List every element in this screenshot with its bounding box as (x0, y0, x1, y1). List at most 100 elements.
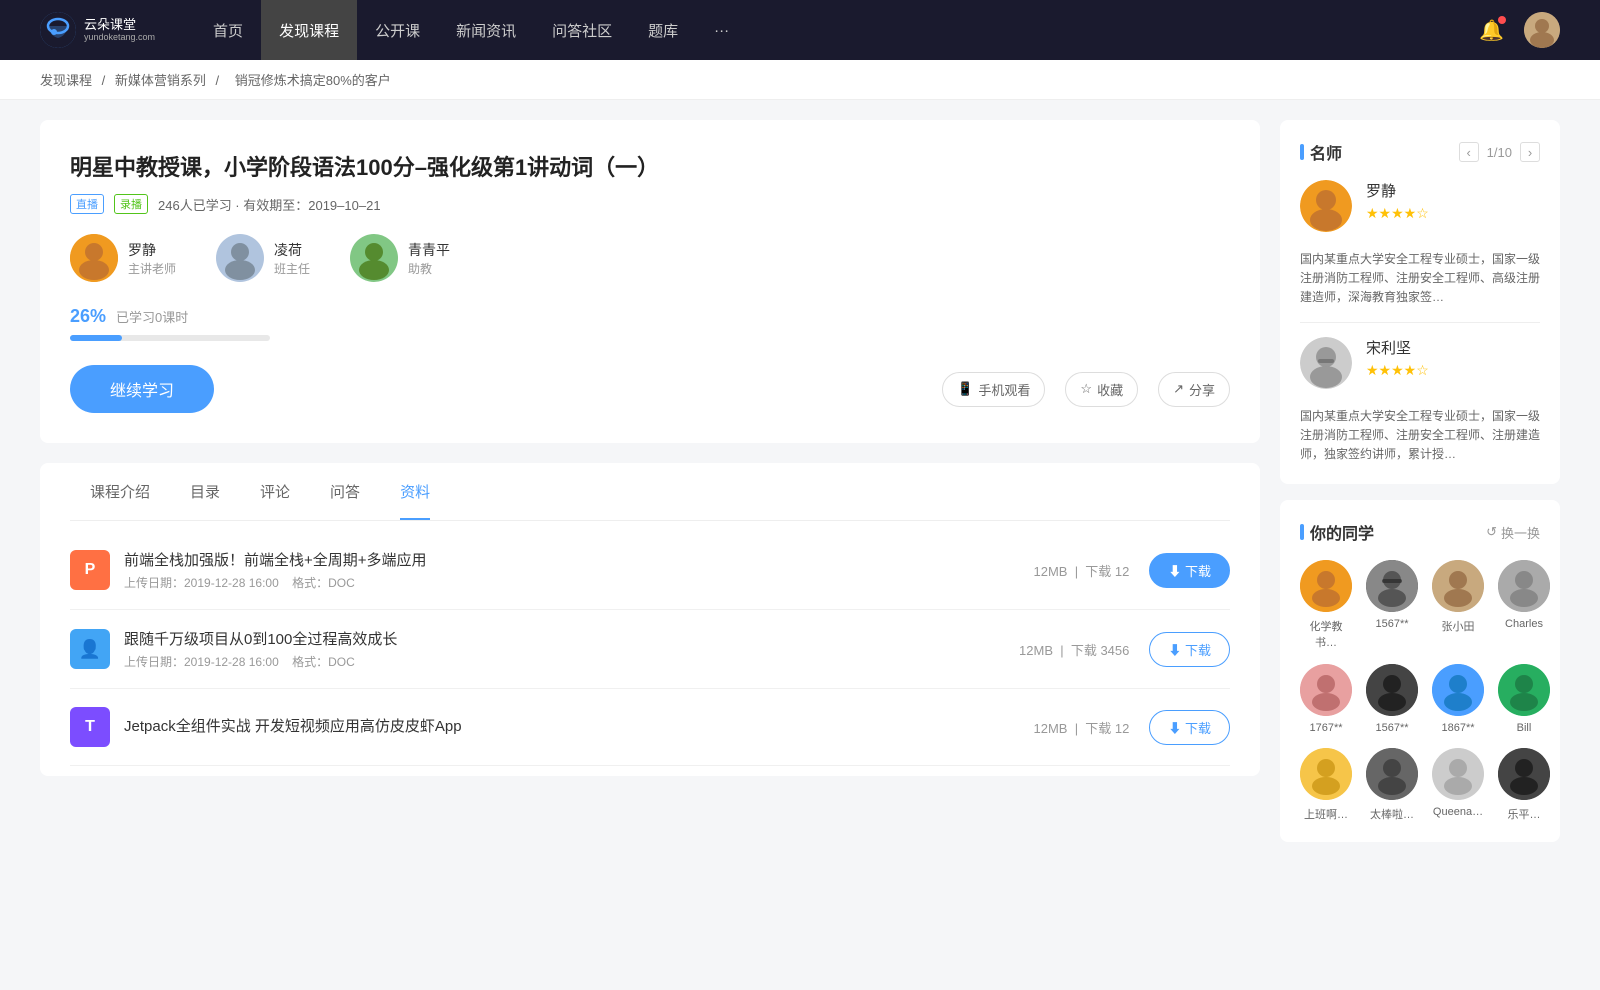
panel-teacher-1-stars: ★★★★☆ (1366, 205, 1429, 222)
resource-2-stats: 12MB | 下载 3456 (1019, 640, 1129, 659)
continue-button[interactable]: 继续学习 (70, 365, 214, 413)
breadcrumb-link-1[interactable]: 发现课程 (40, 73, 92, 88)
breadcrumb-sep-2: / (216, 73, 223, 88)
classmate-6: 1567** (1366, 664, 1418, 734)
resource-2-meta: 上传日期：2019-12-28 16:00 格式：DOC (124, 653, 1019, 670)
refresh-label: 换一换 (1501, 523, 1540, 542)
classmate-7: 1867** (1432, 664, 1484, 734)
resource-1-format: 格式：DOC (292, 576, 355, 590)
classmate-10-avatar (1366, 748, 1418, 800)
panel-teacher-1-desc: 国内某重点大学安全工程专业硕士，国家一级注册消防工程师、注册安全工程师、高级注册… (1300, 250, 1540, 308)
panel-teacher-2-info: 宋利坚 ★★★★☆ (1366, 337, 1429, 389)
resource-2-name: 跟随千万级项目从0到100全过程高效成长 (124, 628, 1019, 649)
panel-teacher-1-info: 罗静 ★★★★☆ (1366, 180, 1429, 232)
resource-1-date: 上传日期：2019-12-28 16:00 (124, 576, 279, 590)
divider-1 (1300, 322, 1540, 323)
resource-2-icon: 👤 (70, 629, 110, 669)
resource-3-size: 12MB (1034, 721, 1068, 736)
resource-2-info: 跟随千万级项目从0到100全过程高效成长 上传日期：2019-12-28 16:… (124, 628, 1019, 670)
notification-bell[interactable]: 🔔 (1479, 18, 1504, 43)
teacher-3-avatar (350, 234, 398, 282)
teacher-2-info: 凌荷 班主任 (274, 240, 310, 277)
course-stats: 246人已学习 · 有效期至：2019–10–21 (158, 195, 381, 214)
progress-section: 26% 已学习0课时 (70, 306, 1230, 341)
course-meta: 直播 录播 246人已学习 · 有效期至：2019–10–21 (70, 194, 1230, 214)
star-icon: ☆ (1080, 381, 1092, 397)
teacher-3-info: 青青平 助教 (408, 240, 450, 277)
teachers-list: 罗静 主讲老师 凌荷 班主任 (70, 234, 1230, 282)
content-right: 名师 ‹ 1/10 › 罗静 ★★★★☆ 国内某重点 (1280, 120, 1560, 858)
classmate-8: Bill (1498, 664, 1550, 734)
notification-dot (1498, 16, 1506, 24)
mobile-watch-btn[interactable]: 📱 手机观看 (942, 372, 1045, 407)
teacher-1-name: 罗静 (128, 240, 176, 260)
resource-1-downloads: 下载 12 (1085, 564, 1129, 579)
classmate-10-name: 太棒啦… (1370, 806, 1414, 822)
tab-comments[interactable]: 评论 (240, 463, 310, 520)
nav-open[interactable]: 公开课 (357, 0, 438, 60)
nav-discover[interactable]: 发现课程 (261, 0, 357, 60)
mobile-label: 手机观看 (978, 380, 1030, 399)
nav-news[interactable]: 新闻资讯 (438, 0, 534, 60)
nav-quiz[interactable]: 题库 (630, 0, 696, 60)
resource-3-downloads: 下载 12 (1085, 721, 1129, 736)
classmate-3: 张小田 (1432, 560, 1484, 650)
classmate-7-avatar (1432, 664, 1484, 716)
classmate-6-name: 1567** (1375, 722, 1408, 734)
tab-qa[interactable]: 问答 (310, 463, 380, 520)
nav-more[interactable]: ··· (696, 0, 747, 60)
tag-live: 直播 (70, 194, 104, 214)
course-card: 明星中教授课，小学阶段语法100分–强化级第1讲动词（一） 直播 录播 246人… (40, 120, 1260, 443)
progress-txt: 已学习0课时 (116, 307, 188, 326)
teachers-prev-btn[interactable]: ‹ (1459, 142, 1479, 162)
collect-btn[interactable]: ☆ 收藏 (1065, 372, 1138, 407)
classmate-9-avatar (1300, 748, 1352, 800)
classmates-refresh-btn[interactable]: ↺ 换一换 (1486, 523, 1540, 542)
breadcrumb-link-2[interactable]: 新媒体营销系列 (115, 73, 206, 88)
resource-3-icon: T (70, 707, 110, 747)
course-title: 明星中教授课，小学阶段语法100分–强化级第1讲动词（一） (70, 150, 1230, 182)
download-btn-3[interactable]: ⬇ 下载 (1149, 710, 1230, 745)
panel-teacher-2-stars: ★★★★☆ (1366, 362, 1429, 379)
tab-resources[interactable]: 资料 (380, 463, 450, 520)
resource-3-name: Jetpack全组件实战 开发短视频应用高仿皮皮虾App (124, 715, 1034, 736)
collect-label: 收藏 (1097, 380, 1123, 399)
classmate-1: 化学教书… (1300, 560, 1352, 650)
resource-3-stats: 12MB | 下载 12 (1034, 718, 1130, 737)
classmate-8-name: Bill (1517, 722, 1532, 734)
tag-recorded: 录播 (114, 194, 148, 214)
classmate-11-avatar (1432, 748, 1484, 800)
classmate-10: 太棒啦… (1366, 748, 1418, 822)
download-btn-1[interactable]: ⬇ 下载 (1149, 553, 1230, 588)
teachers-next-btn[interactable]: › (1520, 142, 1540, 162)
classmate-1-name: 化学教书… (1300, 618, 1352, 650)
teacher-1-info: 罗静 主讲老师 (128, 240, 176, 277)
classmate-9-name: 上班啊… (1304, 806, 1348, 822)
classmate-11: Queena… (1432, 748, 1484, 822)
resource-item-3: T Jetpack全组件实战 开发短视频应用高仿皮皮虾App 12MB | 下载… (70, 689, 1230, 766)
share-btn[interactable]: ↗ 分享 (1158, 372, 1230, 407)
teacher-2-avatar (216, 234, 264, 282)
classmate-7-name: 1867** (1441, 722, 1474, 734)
classmate-4-avatar (1498, 560, 1550, 612)
classmate-4-name: Charles (1505, 618, 1543, 630)
classmate-6-avatar (1366, 664, 1418, 716)
panel-teacher-1-avatar (1300, 180, 1352, 232)
logo[interactable]: 云朵课堂 yundoketang.com (40, 12, 155, 48)
content-left: 明星中教授课，小学阶段语法100分–强化级第1讲动词（一） 直播 录播 246人… (40, 120, 1260, 858)
tab-intro[interactable]: 课程介绍 (70, 463, 170, 520)
tab-catalog[interactable]: 目录 (170, 463, 240, 520)
nav-home[interactable]: 首页 (195, 0, 261, 60)
resource-list: P 前端全栈加强版！前端全栈+全周期+多端应用 上传日期：2019-12-28 … (70, 521, 1230, 776)
user-avatar-nav[interactable] (1524, 12, 1560, 48)
classmate-5-avatar (1300, 664, 1352, 716)
nav-qa[interactable]: 问答社区 (534, 0, 630, 60)
teachers-page-num: 1 (1487, 145, 1494, 160)
teacher-1-avatar (70, 234, 118, 282)
download-btn-2[interactable]: ⬇ 下载 (1149, 632, 1230, 667)
classmate-11-name: Queena… (1433, 806, 1483, 818)
panel-teacher-2-desc: 国内某重点大学安全工程专业硕士，国家一级注册消防工程师、注册安全工程师、注册建造… (1300, 407, 1540, 465)
resource-item-1: P 前端全栈加强版！前端全栈+全周期+多端应用 上传日期：2019-12-28 … (70, 531, 1230, 610)
classmates-panel: 你的同学 ↺ 换一换 化学教书… 1567* (1280, 500, 1560, 842)
teacher-2-name: 凌荷 (274, 240, 310, 260)
